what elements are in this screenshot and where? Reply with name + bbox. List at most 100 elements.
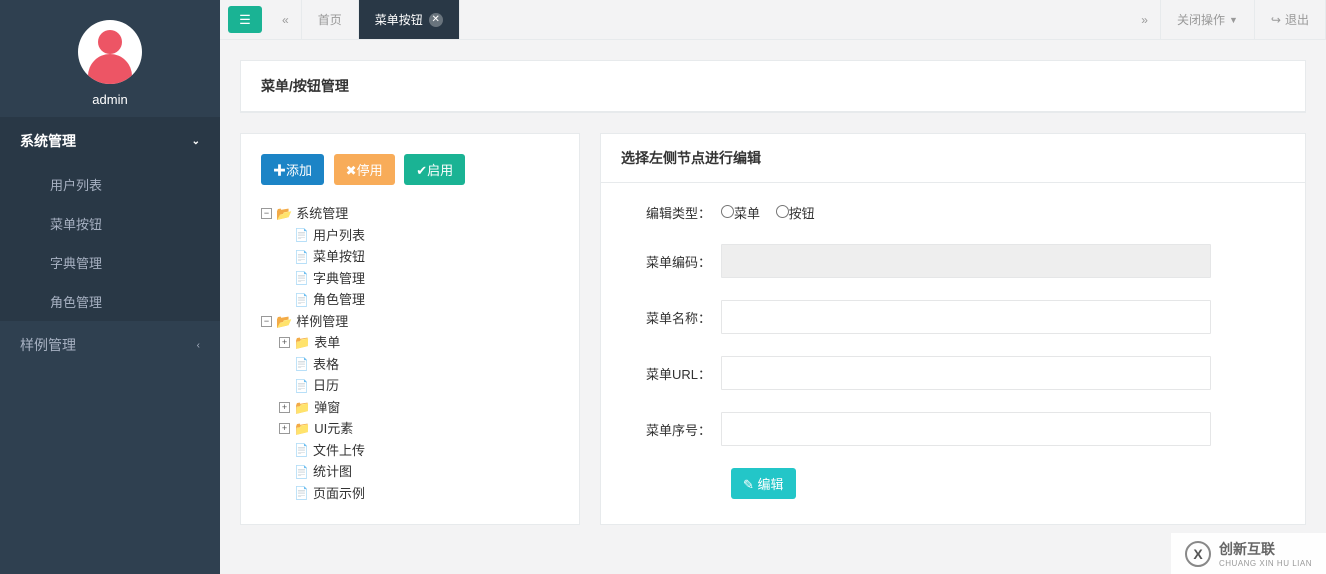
x-icon: ✖ <box>346 163 357 178</box>
tree-label: 表单 <box>314 333 340 353</box>
radio-menu-input[interactable] <box>721 205 734 218</box>
type-radio-group: 菜单 按钮 <box>721 203 827 222</box>
tree-panel: ✚添加 ✖停用 ✔启用 −📂系统管理 📄用户列表 📄菜单按钮 📄字典管理 📄角色 <box>240 133 580 525</box>
tree-node-system[interactable]: −📂系统管理 <box>261 203 559 225</box>
close-ops-label: 关闭操作 <box>1177 11 1225 28</box>
tree-node[interactable]: 📄字典管理 <box>279 268 559 290</box>
file-icon: 📄 <box>294 248 309 266</box>
tree-label: 弹窗 <box>314 398 340 418</box>
tab-home[interactable]: 首页 <box>302 0 359 39</box>
menu-tree: −📂系统管理 📄用户列表 📄菜单按钮 📄字典管理 📄角色管理 −📂样例管理 <box>261 203 559 504</box>
page-title: 菜单/按钮管理 <box>241 61 1305 112</box>
folder-open-icon: 📂 <box>276 312 292 332</box>
tree-node[interactable]: 📄角色管理 <box>279 289 559 311</box>
tree-label: 用户列表 <box>313 226 365 246</box>
tab-label: 首页 <box>318 11 342 28</box>
tree-label: 统计图 <box>313 462 352 482</box>
brand-mark-icon: X <box>1185 541 1211 567</box>
tree-node[interactable]: +📁弹窗 <box>279 397 559 419</box>
url-label: 菜单URL： <box>631 364 721 383</box>
content: 菜单/按钮管理 ✚添加 ✖停用 ✔启用 −📂系统管理 📄用户列表 📄菜单按 <box>220 40 1326 545</box>
expand-icon[interactable]: + <box>279 423 290 434</box>
tree-node[interactable]: + 📁表单 <box>279 332 559 354</box>
folder-icon: 📁 <box>294 333 310 353</box>
form-header: 选择左侧节点进行编辑 <box>601 134 1305 183</box>
sidebar-item-menubtn[interactable]: 菜单按钮 <box>0 204 220 243</box>
check-icon: ✔ <box>416 163 427 178</box>
sidebar-item-dict[interactable]: 字典管理 <box>0 243 220 282</box>
tree-node[interactable]: +📁UI元素 <box>279 418 559 440</box>
radio-button-input[interactable] <box>776 205 789 218</box>
sidebar-item-users[interactable]: 用户列表 <box>0 165 220 204</box>
tree-label: 菜单按钮 <box>313 247 365 267</box>
file-icon: 📄 <box>294 484 309 502</box>
menu-name-field[interactable] <box>721 300 1211 334</box>
tree-label: 文件上传 <box>313 441 365 461</box>
tab-menu-button[interactable]: 菜单按钮 ✕ <box>359 0 460 39</box>
menu-code-field <box>721 244 1211 278</box>
tree-node[interactable]: 📄页面示例 <box>279 483 559 505</box>
file-icon: 📄 <box>294 291 309 309</box>
chevron-left-icon: ‹ <box>197 340 200 351</box>
close-ops-dropdown[interactable]: 关闭操作 ▼ <box>1161 0 1255 39</box>
brand-sub: CHUANG XIN HU LIAN <box>1219 559 1312 568</box>
expand-icon[interactable]: + <box>279 337 290 348</box>
file-icon: 📄 <box>294 226 309 244</box>
tree-label: 样例管理 <box>296 312 348 332</box>
nav-group-label: 系统管理 <box>20 131 76 151</box>
menu-toggle-button[interactable]: ☰ <box>228 6 262 33</box>
double-left-icon: « <box>282 13 289 27</box>
order-label: 菜单序号： <box>631 420 721 439</box>
tab-next-button[interactable]: » <box>1129 0 1161 39</box>
menu-url-field[interactable] <box>721 356 1211 390</box>
nav-group-system[interactable]: 系统管理 ⌄ <box>0 117 220 165</box>
main: ☰ « 首页 菜单按钮 ✕ » 关闭操作 ▼ ↪ 退出 菜单/按钮管理 <box>220 0 1326 574</box>
name-label: 菜单名称： <box>631 308 721 327</box>
tree-node[interactable]: 📄日历 <box>279 375 559 397</box>
tree-label: UI元素 <box>314 419 353 439</box>
disable-button[interactable]: ✖停用 <box>334 154 395 185</box>
enable-button[interactable]: ✔启用 <box>404 154 465 185</box>
tree-label: 系统管理 <box>296 204 348 224</box>
file-icon: 📄 <box>294 377 309 395</box>
username: admin <box>0 92 220 107</box>
sidebar: admin 系统管理 ⌄ 用户列表 菜单按钮 字典管理 角色管理 样例管理 ‹ <box>0 0 220 574</box>
add-button[interactable]: ✚添加 <box>261 154 324 185</box>
hamburger-icon: ☰ <box>239 12 251 28</box>
tab-label: 菜单按钮 <box>375 11 423 28</box>
tree-node[interactable]: 📄表格 <box>279 354 559 376</box>
edit-button[interactable]: ✎ 编辑 <box>731 468 796 499</box>
logout-button[interactable]: ↪ 退出 <box>1255 0 1326 39</box>
file-icon: 📄 <box>294 463 309 481</box>
radio-menu[interactable]: 菜单 <box>721 206 760 221</box>
form-panel: 选择左侧节点进行编辑 编辑类型： 菜单 按钮 菜单编码： 菜单名称 <box>600 133 1306 525</box>
sidebar-item-role[interactable]: 角色管理 <box>0 282 220 321</box>
logout-icon: ↪ <box>1271 13 1281 27</box>
tree-node[interactable]: 📄文件上传 <box>279 440 559 462</box>
avatar <box>78 20 142 84</box>
tree-node[interactable]: 📄用户列表 <box>279 225 559 247</box>
tree-node[interactable]: 📄统计图 <box>279 461 559 483</box>
collapse-icon[interactable]: − <box>261 208 272 219</box>
tree-label: 页面示例 <box>313 484 365 504</box>
tree-node-sample[interactable]: −📂样例管理 <box>261 311 559 333</box>
pencil-icon: ✎ <box>743 477 758 492</box>
expand-icon[interactable]: + <box>279 402 290 413</box>
nav-group-label: 样例管理 <box>20 335 76 355</box>
brand-name: 创新互联 <box>1219 539 1312 559</box>
tree-node[interactable]: 📄菜单按钮 <box>279 246 559 268</box>
collapse-icon[interactable]: − <box>261 316 272 327</box>
chevron-down-icon: ⌄ <box>192 136 200 147</box>
button-group: ✚添加 ✖停用 ✔启用 <box>261 154 559 185</box>
file-icon: 📄 <box>294 441 309 459</box>
tree-label: 字典管理 <box>313 269 365 289</box>
code-label: 菜单编码： <box>631 252 721 271</box>
nav-group-sample[interactable]: 样例管理 ‹ <box>0 321 220 369</box>
radio-button[interactable]: 按钮 <box>776 206 815 221</box>
tree-label: 表格 <box>313 355 339 375</box>
caret-down-icon: ▼ <box>1229 15 1238 25</box>
tab-prev-button[interactable]: « <box>270 0 302 39</box>
close-icon[interactable]: ✕ <box>429 13 443 27</box>
menu-order-field[interactable] <box>721 412 1211 446</box>
panel-title-bar: 菜单/按钮管理 <box>240 60 1306 113</box>
